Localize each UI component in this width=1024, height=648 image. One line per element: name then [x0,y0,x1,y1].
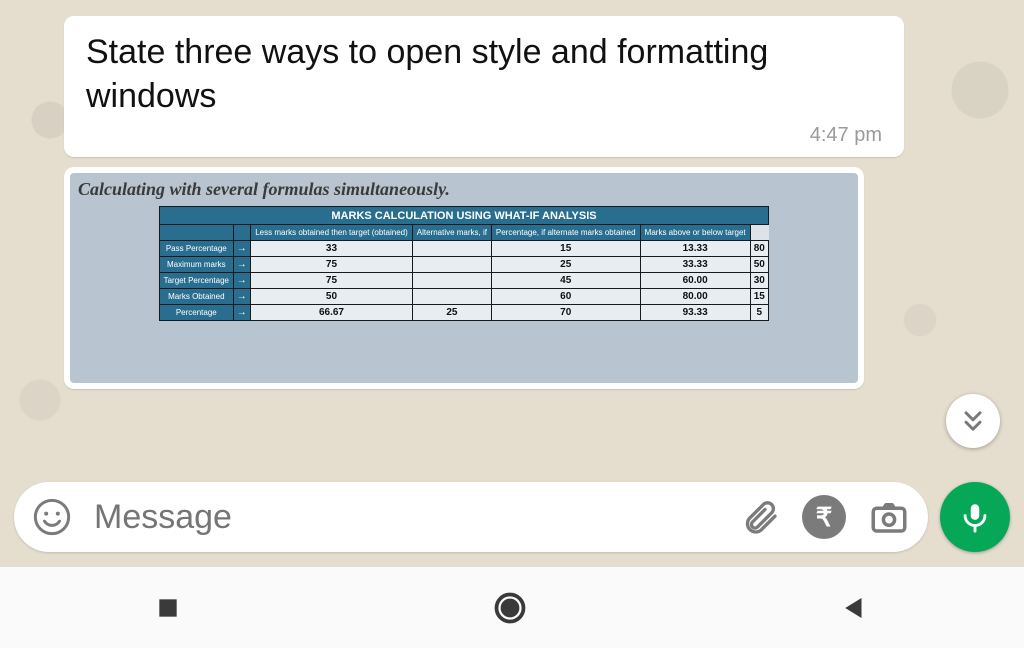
spreadsheet-cell: 60 [491,289,640,305]
spreadsheet-arrow: → [233,257,250,273]
spreadsheet-cell: 50 [750,257,768,273]
spreadsheet-arrow: → [233,289,250,305]
spreadsheet-cell: 80 [750,241,768,257]
spreadsheet-arrow: → [233,305,250,321]
spreadsheet-cell: 75 [250,273,412,289]
microphone-icon [958,500,992,534]
scroll-to-bottom-button[interactable] [946,394,1000,448]
rupee-icon: ₹ [802,495,846,539]
incoming-image-bubble[interactable]: Calculating with several formulas simult… [64,167,864,389]
spreadsheet-title: MARKS CALCULATION USING WHAT-IF ANALYSIS [160,207,769,225]
spreadsheet-cell: 15 [750,289,768,305]
image-preview: Calculating with several formulas simult… [70,173,858,383]
spreadsheet-row-label: Target Percentage [160,273,234,289]
camera-icon [868,496,910,538]
spreadsheet-cell: 33 [250,241,412,257]
spreadsheet-row-label: Percentage [160,305,234,321]
message-timestamp: 4:47 pm [86,124,882,147]
spreadsheet-cell: 25 [413,305,492,321]
spreadsheet-cell: 30 [750,273,768,289]
message-text: State three ways to open style and forma… [86,30,882,118]
image-caption-text: Calculating with several formulas simult… [78,179,854,200]
spreadsheet-cell: 75 [250,257,412,273]
spreadsheet-cell: 60.00 [640,273,750,289]
spreadsheet-header: Alternative marks, if [413,225,492,241]
spreadsheet-header: Marks above or below target [640,225,750,241]
spreadsheet-cell: 25 [491,257,640,273]
emoji-icon [32,497,72,537]
spreadsheet-cell [413,289,492,305]
nav-back-button[interactable] [839,593,869,623]
spreadsheet-row-label: Marks Obtained [160,289,234,305]
spreadsheet-cell: 66.67 [250,305,412,321]
voice-record-button[interactable] [940,482,1010,552]
spreadsheet-header [160,225,234,241]
spreadsheet-cell [413,257,492,273]
spreadsheet-cell: 5 [750,305,768,321]
square-icon [155,595,181,621]
chat-scroll-region[interactable]: State three ways to open style and forma… [0,0,1024,478]
paperclip-icon [740,497,780,537]
spreadsheet-cell: 13.33 [640,241,750,257]
payment-button[interactable]: ₹ [802,495,846,539]
spreadsheet-table: MARKS CALCULATION USING WHAT-IF ANALYSIS… [159,206,769,321]
spreadsheet-row-label: Maximum marks [160,257,234,273]
spreadsheet-cell [413,241,492,257]
spreadsheet-cell: 15 [491,241,640,257]
spreadsheet-header [233,225,250,241]
emoji-button[interactable] [32,497,72,537]
spreadsheet-arrow: → [233,241,250,257]
spreadsheet-cell: 93.33 [640,305,750,321]
circle-icon [492,590,528,626]
nav-recent-button[interactable] [155,595,181,621]
spreadsheet-cell: 80.00 [640,289,750,305]
attach-button[interactable] [740,497,780,537]
android-nav-bar [0,566,1024,648]
camera-button[interactable] [868,496,910,538]
double-chevron-down-icon [959,407,987,435]
spreadsheet-cell: 70 [491,305,640,321]
spreadsheet-cell: 33.33 [640,257,750,273]
message-input-pill: ₹ [14,482,928,552]
spreadsheet-header: Less marks obtained then target (obtaine… [250,225,412,241]
spreadsheet-arrow: → [233,273,250,289]
spreadsheet-cell: 45 [491,273,640,289]
incoming-message-bubble[interactable]: State three ways to open style and forma… [64,16,904,157]
triangle-left-icon [839,593,869,623]
spreadsheet-header: Percentage, if alternate marks obtained [491,225,640,241]
spreadsheet-cell [413,273,492,289]
nav-home-button[interactable] [492,590,528,626]
message-input[interactable] [94,498,718,537]
spreadsheet-cell: 50 [250,289,412,305]
message-input-row: ₹ [14,482,1010,552]
spreadsheet-row-label: Pass Percentage [160,241,234,257]
